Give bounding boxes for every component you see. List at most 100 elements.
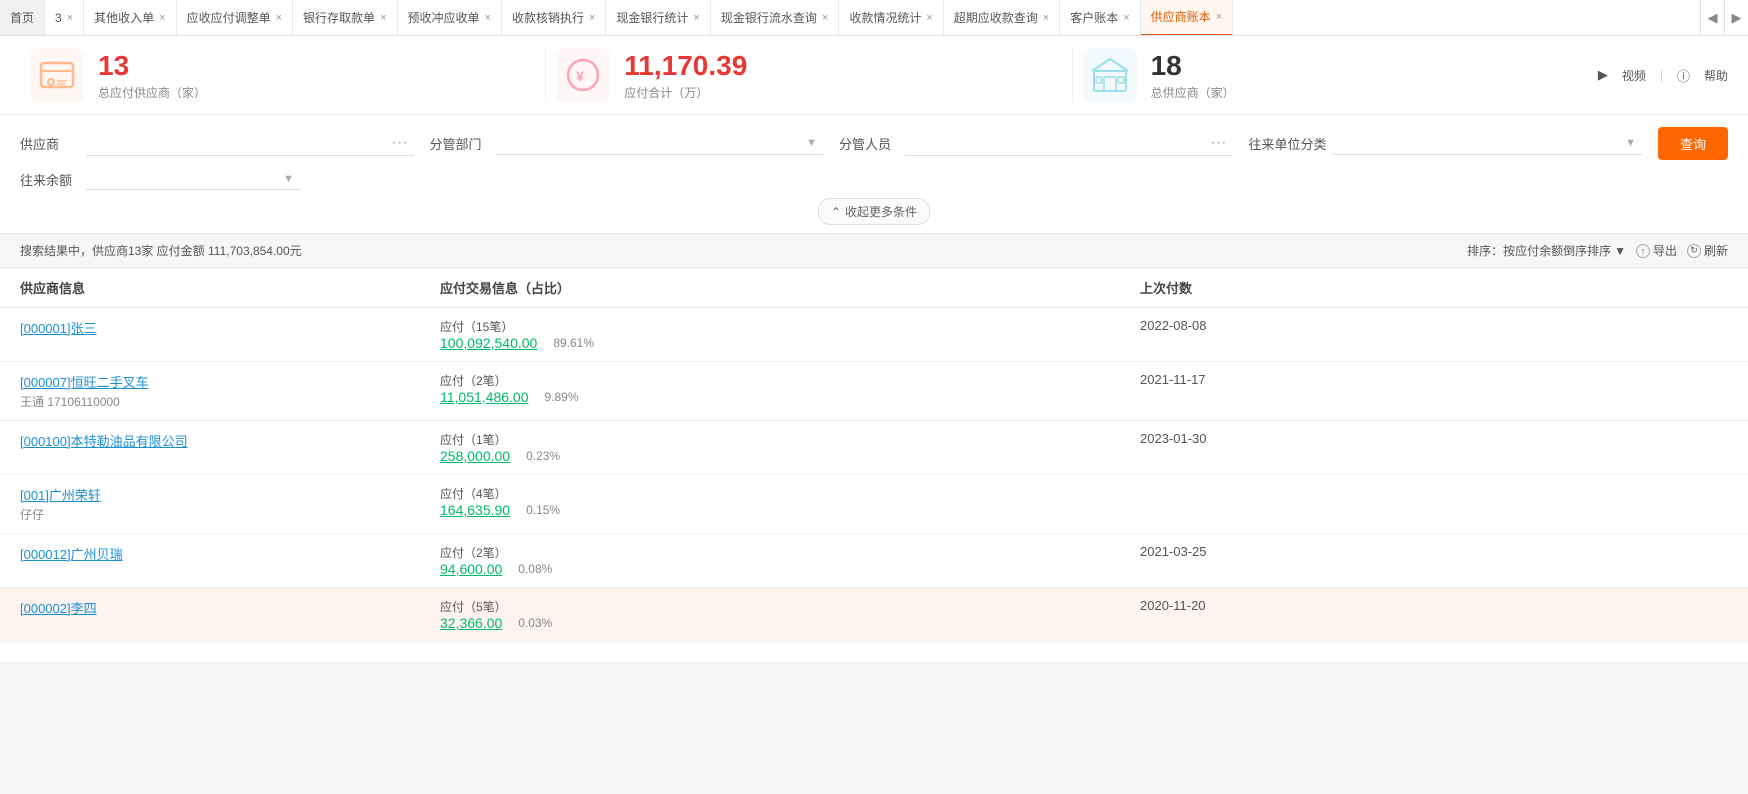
nav-prev-arrow[interactable]: ◀ xyxy=(1700,0,1724,36)
refresh-button[interactable]: ↻ 刷新 xyxy=(1687,242,1728,259)
payable-percentage: 0.15% xyxy=(526,503,560,517)
payable-amount[interactable]: 94,600.00 xyxy=(440,561,502,577)
nav-tab-collection[interactable]: 收款核销执行 × xyxy=(502,0,606,36)
payable-info-cell: 应付（1笔）258,000.000.23% xyxy=(420,421,1120,475)
last-pay-cell: 2020-11-20 xyxy=(1120,588,1748,642)
summary-total-suppliers-text: 18 总供应商（家） xyxy=(1151,49,1235,102)
payable-amount[interactable]: 258,000.00 xyxy=(440,448,510,464)
nav-tab-customer-ledger[interactable]: 客户账本 × xyxy=(1060,0,1140,36)
nav-tab-supplier-ledger[interactable]: 供应商账本 × xyxy=(1141,0,1233,36)
last-pay-date: 2020-11-20 xyxy=(1140,598,1206,613)
balance-caret-icon[interactable]: ▼ xyxy=(283,173,294,185)
supplier-info-cell: [000100]本特勒油品有限公司 xyxy=(0,421,420,475)
person-dots-btn[interactable]: ··· xyxy=(1211,134,1227,152)
payable-label: 应付（15笔） xyxy=(440,318,1100,335)
supplier-dots-btn[interactable]: ··· xyxy=(392,134,408,152)
sort-button[interactable]: 排序：按应付余额倒序排序 ▼ xyxy=(1467,242,1626,259)
supplier-name-link[interactable]: [000002]李四 xyxy=(20,601,97,616)
payable-info-cell: 应付（15笔）100,092,540.00 89.61% xyxy=(420,308,1120,362)
supplier-filter-label: 供应商 xyxy=(20,134,80,153)
nav-tab-overdue[interactable]: 超期应收款查询 × xyxy=(944,0,1060,36)
category-filter-label: 往来单位分类 xyxy=(1249,134,1327,153)
dept-caret-icon[interactable]: ▼ xyxy=(806,137,817,149)
filter-row-1: 供应商 ··· 分管部门 ▼ 分管人员 ··· xyxy=(20,127,1728,160)
payable-percentage: 9.89% xyxy=(545,390,579,404)
last-pay-cell: 2023-01-30 xyxy=(1120,421,1748,475)
query-button[interactable]: 查询 xyxy=(1658,127,1728,160)
dept-input[interactable] xyxy=(502,136,807,151)
supplier-name-link[interactable]: [000012]广州贝瑞 xyxy=(20,547,123,562)
balance-input-wrap: ▼ xyxy=(86,168,300,190)
payable-amount[interactable]: 32,366.00 xyxy=(440,615,502,631)
top-navigation: 首页 3 × 其他收入单 × 应收应付调整单 × 银行存取款单 × 预收冲应收单… xyxy=(0,0,1748,36)
close-icon[interactable]: × xyxy=(822,12,828,24)
last-pay-cell: 2022-08-08 xyxy=(1120,308,1748,362)
last-pay-date: 2022-08-08 xyxy=(1140,318,1207,333)
total-payable-icon: ¥ xyxy=(556,48,610,102)
payable-amount[interactable]: 11,051,486.00 xyxy=(440,389,529,405)
nav-tab-other-income[interactable]: 其他收入单 × xyxy=(84,0,176,36)
nav-tab-3[interactable]: 3 × xyxy=(45,0,84,36)
close-icon[interactable]: × xyxy=(67,12,73,24)
close-icon[interactable]: × xyxy=(589,12,595,24)
close-icon[interactable]: × xyxy=(159,12,165,24)
summary-card-total-suppliers: 18 总供应商（家） xyxy=(1073,48,1598,102)
nav-tab-home[interactable]: 首页 xyxy=(0,0,45,36)
close-icon[interactable]: × xyxy=(1043,12,1049,24)
balance-filter-label: 往来余额 xyxy=(20,170,80,189)
nav-tab-cash-stats[interactable]: 现金银行统计 × xyxy=(606,0,710,36)
filter-category: 往来单位分类 ▼ xyxy=(1249,133,1643,155)
close-icon[interactable]: × xyxy=(380,12,386,24)
payable-label: 应付（2笔） xyxy=(440,372,1100,389)
payable-amount[interactable]: 100,092,540.00 xyxy=(440,335,537,351)
payable-percentage: 89.61% xyxy=(553,336,594,350)
nav-tab-prepaid[interactable]: 预收冲应收单 × xyxy=(398,0,502,36)
total-suppliers-number: 18 xyxy=(1151,49,1235,83)
supplier-sub-info: 王通 17106110000 xyxy=(20,393,400,410)
balance-input[interactable] xyxy=(92,171,283,186)
nav-tab-bank[interactable]: 银行存取款单 × xyxy=(293,0,397,36)
close-icon[interactable]: × xyxy=(1216,11,1222,23)
category-caret-icon[interactable]: ▼ xyxy=(1625,137,1636,149)
summary-card-payable-suppliers: 13 总应付供应商（家） xyxy=(20,48,546,102)
nav-tab-receipt-stats[interactable]: 收款情况统计 × xyxy=(839,0,943,36)
supplier-name-link[interactable]: [001]广州荣轩 xyxy=(20,488,101,503)
collapse-button[interactable]: ⌃ 收起更多条件 xyxy=(818,198,930,225)
nav-tab-cash-flow[interactable]: 现金银行流水查询 × xyxy=(711,0,839,36)
col-header-supplier: 供应商信息 xyxy=(0,268,420,308)
export-button[interactable]: ↑ 导出 xyxy=(1636,242,1677,259)
table-row: [000002]李四 应付（5笔）32,366.000.03% 2020-11-20 xyxy=(0,588,1748,642)
payable-amount[interactable]: 164,635.90 xyxy=(440,502,510,518)
nav-tab-adjustment[interactable]: 应收应付调整单 × xyxy=(177,0,293,36)
payable-label: 应付（1笔） xyxy=(440,431,1100,448)
total-payable-number: 11,170.39 xyxy=(624,49,747,83)
supplier-name-link[interactable]: [000100]本特勒油品有限公司 xyxy=(20,434,188,449)
last-pay-cell xyxy=(1120,475,1748,534)
supplier-table: 供应商信息 应付交易信息（占比） 上次付数 [000001]张三应付（15笔）1… xyxy=(0,268,1748,642)
last-pay-cell: 2021-11-17 xyxy=(1120,362,1748,421)
results-summary-text: 搜索结果中，供应商13家 应付金额 111,703,854.00元 xyxy=(20,242,302,259)
export-icon: ↑ xyxy=(1636,244,1650,258)
payable-label: 应付（2笔） xyxy=(440,544,1100,561)
supplier-name-link[interactable]: [000001]张三 xyxy=(20,321,97,336)
help-link[interactable]: 帮助 xyxy=(1704,67,1728,84)
last-pay-date: 2023-01-30 xyxy=(1140,431,1207,446)
close-icon[interactable]: × xyxy=(926,12,932,24)
person-input-wrap: ··· xyxy=(905,131,1233,156)
category-input-wrap: ▼ xyxy=(1333,133,1642,155)
category-input[interactable] xyxy=(1339,136,1626,151)
table-row: [000007]恒旺二手叉车王通 17106110000 应付（2笔）11,051… xyxy=(0,362,1748,421)
close-icon[interactable]: × xyxy=(693,12,699,24)
col-header-last-pay: 上次付数 xyxy=(1120,268,1748,308)
close-icon[interactable]: × xyxy=(485,12,491,24)
payable-info-cell: 应付（5笔）32,366.000.03% xyxy=(420,588,1120,642)
filter-supplier: 供应商 ··· xyxy=(20,131,414,156)
supplier-name-link[interactable]: [000007]恒旺二手叉车 xyxy=(20,375,149,390)
video-link[interactable]: 视频 xyxy=(1622,67,1646,84)
supplier-input[interactable] xyxy=(92,136,392,151)
nav-next-arrow[interactable]: ▶ xyxy=(1724,0,1748,36)
close-icon[interactable]: × xyxy=(276,12,282,24)
person-input[interactable] xyxy=(911,136,1211,151)
payable-suppliers-number: 13 xyxy=(98,49,206,83)
close-icon[interactable]: × xyxy=(1123,12,1129,24)
